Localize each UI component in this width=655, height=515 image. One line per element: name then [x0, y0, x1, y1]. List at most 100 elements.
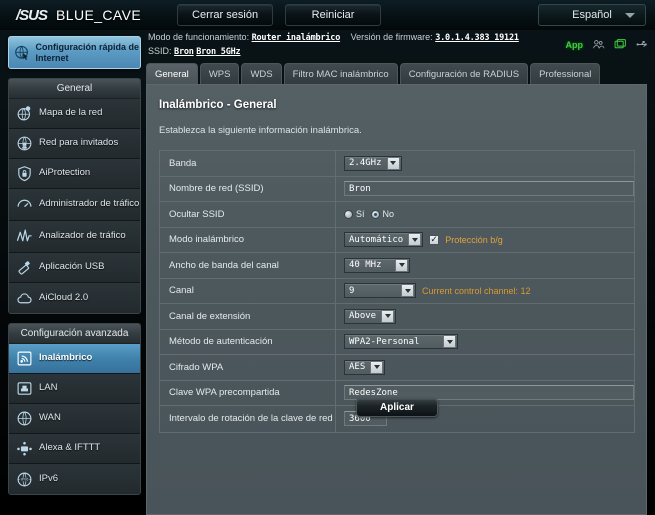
tab-professional[interactable]: Professional	[530, 63, 601, 84]
tab-wds[interactable]: WDS	[241, 63, 282, 84]
wpa-encryption-select[interactable]: AES	[344, 359, 386, 375]
wireless-mode-label: Modo inalámbrico	[160, 227, 336, 252]
traffic-manager-icon	[17, 199, 32, 208]
top-bar: /SUS BLUE_CAVE Cerrar sesión Reiniciar E…	[0, 0, 655, 30]
sidebar-item-label: Analizador de tráfico	[39, 230, 126, 242]
hide-ssid-radio-yes[interactable]: Sí	[344, 209, 365, 219]
sidebar-group-advanced: Configuración avanzada Inalámbrico LAN W…	[8, 323, 141, 495]
chevron-down-icon	[625, 13, 635, 18]
tab-mac-filter[interactable]: Filtro MAC inalámbrico	[283, 63, 398, 84]
content-area: General WPS WDS Filtro MAC inalámbrico C…	[146, 62, 647, 515]
quick-setup-label: Configuración rápida de Internet	[35, 41, 140, 63]
hide-ssid-label: Ocultar SSID	[160, 202, 336, 227]
ssid-value-24ghz[interactable]: Bron	[174, 47, 194, 57]
firmware-label: Versión de firmware:	[350, 32, 433, 42]
radio-icon	[344, 209, 353, 219]
hide-ssid-radio-no[interactable]: No	[370, 209, 395, 220]
app-link[interactable]: App	[566, 40, 584, 50]
sidebar-item-quick-internet-setup[interactable]: Configuración rápida de Internet	[8, 36, 141, 69]
wireless-icon	[17, 351, 32, 366]
sidebar-item-label: Alexa & IFTTT	[39, 442, 101, 454]
sidebar: Configuración rápida de Internet General…	[8, 36, 141, 515]
extension-channel-select[interactable]: Above	[344, 308, 397, 324]
sidebar-item-aicloud[interactable]: AiCloud 2.0	[9, 283, 140, 313]
ssid-field-label: Nombre de red (SSID)	[160, 176, 336, 201]
guest-network-icon	[17, 136, 32, 151]
band-select-value: 2.4GHz	[349, 158, 382, 169]
tab-wps[interactable]: WPS	[199, 63, 240, 84]
bg-protection-checkbox[interactable]: ✓	[429, 234, 440, 245]
sidebar-item-traffic-manager[interactable]: Administrador de tráfico	[9, 189, 140, 221]
chevron-down-icon	[381, 309, 395, 323]
hide-ssid-no-label: No	[382, 209, 395, 220]
sidebar-item-label: WAN	[39, 412, 61, 424]
tab-general[interactable]: General	[146, 63, 198, 84]
operation-mode-value[interactable]: Router inalámbrico	[252, 33, 341, 43]
sidebar-item-label: Mapa de la red	[39, 107, 103, 119]
logout-button[interactable]: Cerrar sesión	[177, 4, 274, 26]
sidebar-item-usb-application[interactable]: Aplicación USB	[9, 253, 140, 283]
channel-bandwidth-select[interactable]: 40 MHz	[344, 257, 410, 273]
tab-bar: General WPS WDS Filtro MAC inalámbrico C…	[146, 62, 647, 84]
language-selector-label: Español	[572, 9, 612, 21]
current-control-channel-note: Current control channel: 12	[422, 285, 531, 296]
sidebar-item-label: Administrador de tráfico	[39, 198, 140, 210]
tab-radius[interactable]: Configuración de RADIUS	[399, 63, 529, 84]
usb-icon[interactable]	[636, 38, 649, 51]
sidebar-item-label: AiCloud 2.0	[39, 291, 89, 303]
operation-mode-label: Modo de funcionamiento:	[148, 32, 250, 42]
bg-protection-label: Protección b/g	[445, 234, 503, 245]
chevron-down-icon	[370, 360, 384, 374]
channel-value: 9	[349, 285, 355, 296]
traffic-analyzer-icon	[16, 229, 32, 242]
extension-channel-value: Above	[349, 311, 377, 322]
sidebar-item-aiprotection[interactable]: AiProtection	[9, 159, 140, 189]
sidebar-item-wan[interactable]: WAN	[9, 404, 140, 434]
apply-bar: Aplicar	[159, 398, 635, 417]
asus-logo: /SUS	[16, 6, 48, 24]
sidebar-item-guest-network[interactable]: Red para invitados	[9, 129, 140, 159]
sidebar-item-wireless[interactable]: Inalámbrico	[9, 344, 140, 374]
auth-method-select[interactable]: WPA2-Personal	[344, 334, 458, 350]
sidebar-item-lan[interactable]: LAN	[9, 374, 140, 404]
cloud-icon	[17, 292, 32, 303]
sidebar-item-network-map[interactable]: Mapa de la red	[9, 99, 140, 129]
chevron-down-icon	[395, 258, 408, 272]
router-model-name: BLUE_CAVE	[56, 7, 142, 23]
sidebar-item-label: AiProtection	[39, 167, 91, 179]
monitor-icon[interactable]	[614, 38, 627, 51]
alexa-ifttt-icon	[17, 441, 32, 456]
wireless-mode-select[interactable]: Automático	[344, 232, 424, 248]
form-row-channel: Canal 9 Current control channel: 12	[160, 278, 634, 304]
ssid-value-5ghz[interactable]: Bron_5GHz	[196, 47, 240, 57]
ssid-input[interactable]: Bron	[344, 181, 634, 197]
language-selector[interactable]: Español	[538, 4, 646, 26]
form-row-extension-channel: Canal de extensión Above	[160, 304, 634, 330]
channel-label: Canal	[160, 278, 336, 303]
usb-application-icon	[18, 261, 30, 275]
wan-icon	[17, 411, 32, 426]
page-description: Establezca la siguiente información inal…	[159, 125, 362, 136]
sidebar-item-label: IPv6	[39, 472, 59, 484]
chevron-down-icon	[386, 156, 400, 170]
lan-icon	[17, 382, 32, 395]
sidebar-item-traffic-analyzer[interactable]: Analizador de tráfico	[9, 221, 140, 253]
wireless-settings-form: Banda 2.4GHz Nombre de red (SSID) Bron O…	[159, 150, 635, 433]
apply-button[interactable]: Aplicar	[356, 398, 438, 417]
svg-text:IPV6: IPV6	[21, 477, 29, 481]
firmware-value[interactable]: 3.0.1.4.383_19121	[435, 33, 519, 43]
chevron-down-icon	[401, 284, 414, 298]
sidebar-item-ipv6[interactable]: IPV6 IPv6	[9, 464, 140, 494]
sidebar-item-alexa-ifttt[interactable]: Alexa & IFTTT	[9, 434, 140, 464]
wpa-encryption-label: Cifrado WPA	[160, 355, 336, 380]
form-row-wpa-encryption: Cifrado WPA AES	[160, 355, 634, 381]
router-admin-window: /SUS BLUE_CAVE Cerrar sesión Reiniciar E…	[0, 0, 655, 515]
clients-icon[interactable]	[592, 38, 605, 51]
auth-method-label: Método de autenticación	[160, 329, 336, 354]
band-select[interactable]: 2.4GHz	[344, 155, 402, 171]
reboot-button[interactable]: Reiniciar	[285, 4, 382, 26]
form-row-band: Banda 2.4GHz	[160, 151, 634, 177]
extension-channel-label: Canal de extensión	[160, 304, 336, 329]
shield-icon	[18, 166, 31, 182]
channel-select[interactable]: 9	[344, 283, 416, 299]
